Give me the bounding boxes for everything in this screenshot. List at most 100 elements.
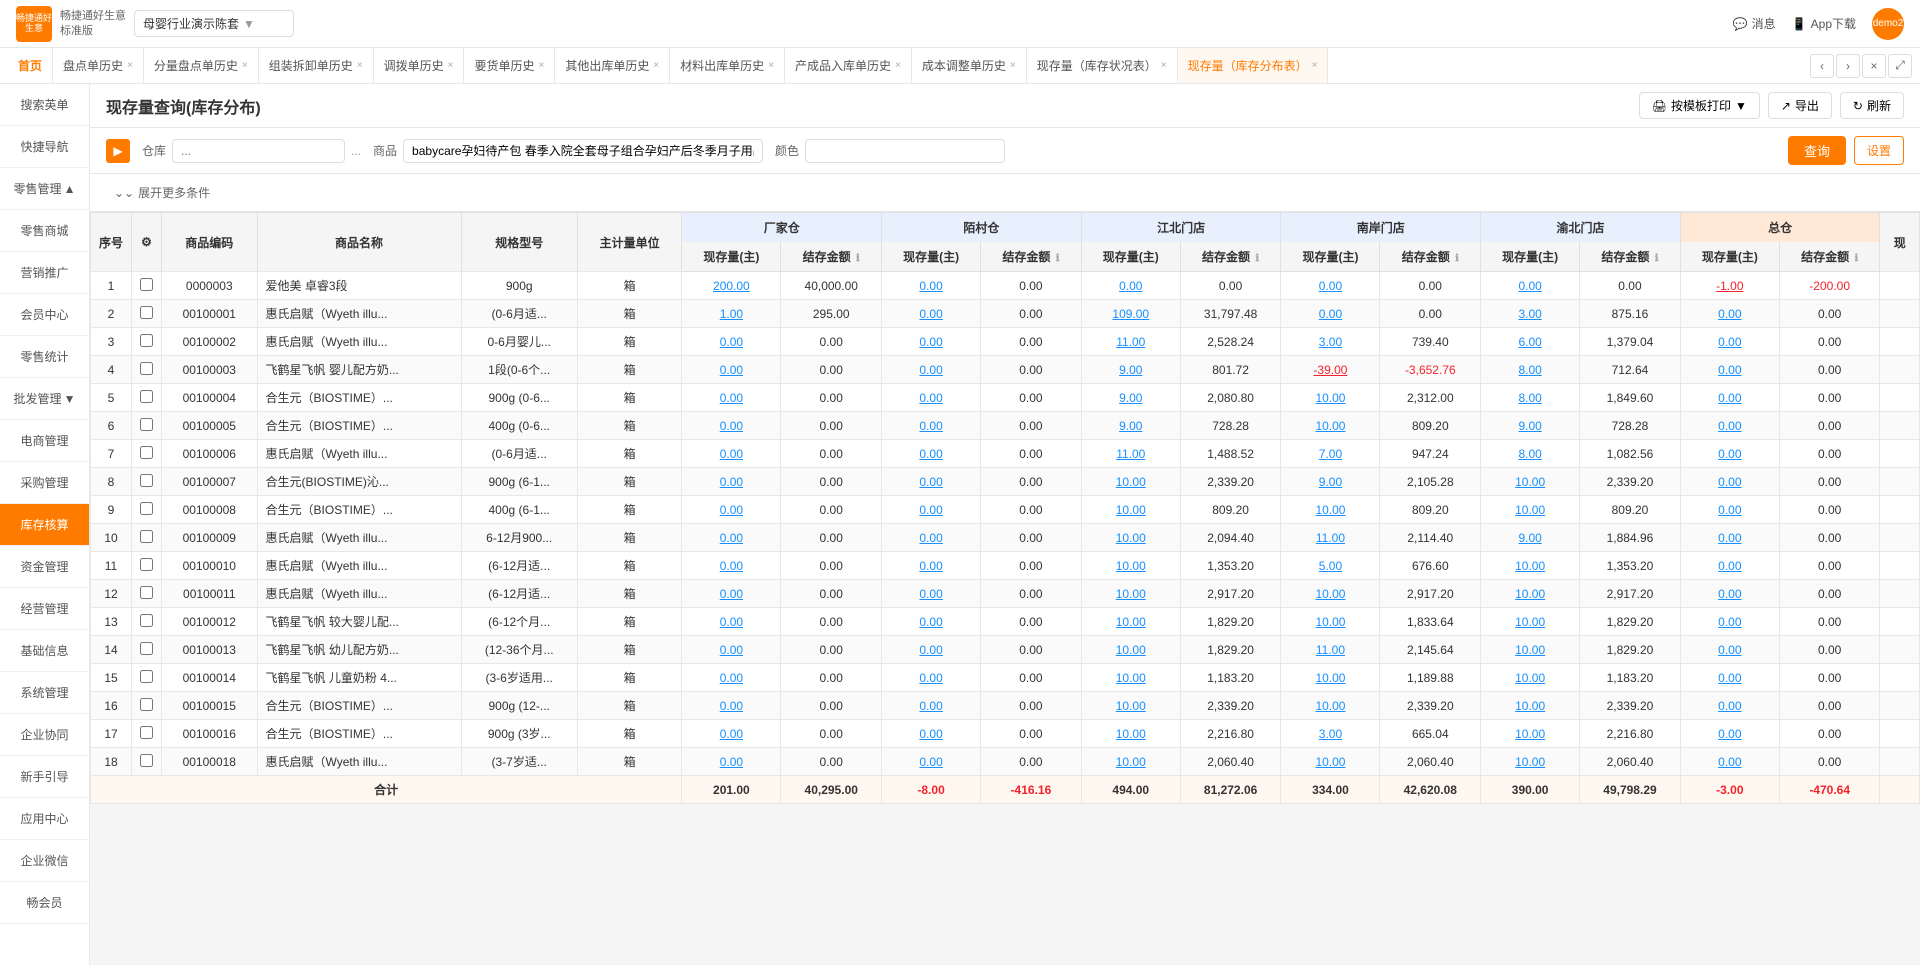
cell-jiangbei-qty[interactable]: 10.00 [1081, 580, 1180, 608]
nav-tab-9[interactable]: 成本调整单历史 × [912, 48, 1027, 84]
cell-checkbox[interactable] [132, 300, 162, 328]
message-button[interactable]: 💬 消息 [1733, 15, 1776, 32]
cell-yubei-qty[interactable]: 10.00 [1481, 720, 1580, 748]
cell-yubei-qty[interactable]: 10.00 [1481, 580, 1580, 608]
cell-factory-qty[interactable]: 0.00 [682, 356, 781, 384]
nav-tab-2[interactable]: 分量盘点单历史 × [144, 48, 259, 84]
cell-checkbox[interactable] [132, 580, 162, 608]
cell-mucun-qty[interactable]: 0.00 [882, 384, 981, 412]
color-input[interactable] [805, 139, 1005, 163]
cell-factory-qty[interactable]: 0.00 [682, 384, 781, 412]
close-icon[interactable]: × [1312, 60, 1318, 71]
nav-tab-3[interactable]: 组装拆卸单历史 × [259, 48, 374, 84]
avatar[interactable]: demo2 [1872, 8, 1904, 40]
nav-tab-6[interactable]: 其他出库单历史 × [555, 48, 670, 84]
cell-total-qty[interactable]: -1.00 [1680, 272, 1779, 300]
cell-jiangbei-qty[interactable]: 10.00 [1081, 524, 1180, 552]
cell-total-qty[interactable]: 0.00 [1680, 608, 1779, 636]
cell-jiangbei-qty[interactable]: 10.00 [1081, 636, 1180, 664]
cell-factory-qty[interactable]: 1.00 [682, 300, 781, 328]
cell-total-qty[interactable]: 0.00 [1680, 496, 1779, 524]
cell-total-qty[interactable]: 0.00 [1680, 300, 1779, 328]
cell-mucun-qty[interactable]: 0.00 [882, 580, 981, 608]
export-button[interactable]: ↗ 导出 [1768, 92, 1832, 119]
cell-mucun-qty[interactable]: 0.00 [882, 552, 981, 580]
cell-jiangbei-qty[interactable]: 9.00 [1081, 384, 1180, 412]
col-gear[interactable]: ⚙ [132, 213, 162, 272]
cell-total-qty[interactable]: 0.00 [1680, 524, 1779, 552]
cell-jiangbei-qty[interactable]: 10.00 [1081, 552, 1180, 580]
cell-factory-qty[interactable]: 200.00 [682, 272, 781, 300]
nav-close-all-button[interactable]: × [1862, 54, 1886, 78]
cell-jiangbei-qty[interactable]: 109.00 [1081, 300, 1180, 328]
cell-mucun-qty[interactable]: 0.00 [882, 524, 981, 552]
cell-jiangbei-qty[interactable]: 0.00 [1081, 272, 1180, 300]
sidebar-item-member2[interactable]: 畅会员 [0, 882, 89, 924]
cell-mucun-qty[interactable]: 0.00 [882, 272, 981, 300]
cell-jiangbei-qty[interactable]: 10.00 [1081, 720, 1180, 748]
cell-mucun-qty[interactable]: 0.00 [882, 440, 981, 468]
cell-nanan-qty[interactable]: 10.00 [1281, 412, 1380, 440]
cell-nanan-qty[interactable]: 10.00 [1281, 384, 1380, 412]
sidebar-item-business[interactable]: 经营管理 [0, 588, 89, 630]
cell-mucun-qty[interactable]: 0.00 [882, 720, 981, 748]
cell-yubei-qty[interactable]: 10.00 [1481, 608, 1580, 636]
query-button[interactable]: 查询 [1788, 136, 1846, 165]
cell-checkbox[interactable] [132, 664, 162, 692]
cell-mucun-qty[interactable]: 0.00 [882, 664, 981, 692]
cell-yubei-qty[interactable]: 10.00 [1481, 552, 1580, 580]
nav-tab-5[interactable]: 要货单历史 × [464, 48, 555, 84]
cell-nanan-qty[interactable]: 5.00 [1281, 552, 1380, 580]
sidebar-item-marketing[interactable]: 营销推广 [0, 252, 89, 294]
cell-factory-qty[interactable]: 0.00 [682, 496, 781, 524]
nav-next-button[interactable]: › [1836, 54, 1860, 78]
close-icon[interactable]: × [895, 60, 901, 71]
cell-factory-qty[interactable]: 0.00 [682, 664, 781, 692]
cell-total-qty[interactable]: 0.00 [1680, 328, 1779, 356]
cell-checkbox[interactable] [132, 748, 162, 776]
cell-nanan-qty[interactable]: 7.00 [1281, 440, 1380, 468]
cell-yubei-qty[interactable]: 3.00 [1481, 300, 1580, 328]
cell-total-qty[interactable]: 0.00 [1680, 664, 1779, 692]
close-icon[interactable]: × [357, 60, 363, 71]
cell-factory-qty[interactable]: 0.00 [682, 692, 781, 720]
sidebar-item-inventory[interactable]: 库存核算 [0, 504, 89, 546]
cell-nanan-qty[interactable]: 10.00 [1281, 608, 1380, 636]
cell-mucun-qty[interactable]: 0.00 [882, 412, 981, 440]
cell-yubei-qty[interactable]: 9.00 [1481, 524, 1580, 552]
close-icon[interactable]: × [1161, 60, 1167, 71]
cell-total-qty[interactable]: 0.00 [1680, 356, 1779, 384]
sidebar-item-retail-shop[interactable]: 零售商城 [0, 210, 89, 252]
sidebar-item-enterprise[interactable]: 企业协同 [0, 714, 89, 756]
close-icon[interactable]: × [1010, 60, 1016, 71]
cell-factory-qty[interactable]: 0.00 [682, 720, 781, 748]
cell-jiangbei-qty[interactable]: 10.00 [1081, 664, 1180, 692]
sidebar-item-appstore[interactable]: 应用中心 [0, 798, 89, 840]
cell-nanan-qty[interactable]: 9.00 [1281, 468, 1380, 496]
cell-total-qty[interactable]: 0.00 [1680, 552, 1779, 580]
sidebar-item-ecommerce[interactable]: 电商管理 [0, 420, 89, 462]
cell-nanan-qty[interactable]: -39.00 [1281, 356, 1380, 384]
cell-total-qty[interactable]: 0.00 [1680, 468, 1779, 496]
setting-button[interactable]: 设置 [1854, 136, 1904, 165]
cell-jiangbei-qty[interactable]: 11.00 [1081, 328, 1180, 356]
cell-total-qty[interactable]: 0.00 [1680, 412, 1779, 440]
cell-jiangbei-qty[interactable]: 10.00 [1081, 608, 1180, 636]
company-selector[interactable]: 母婴行业演示陈套 ▼ [134, 10, 294, 37]
cell-total-qty[interactable]: 0.00 [1680, 440, 1779, 468]
cell-mucun-qty[interactable]: 0.00 [882, 328, 981, 356]
cell-checkbox[interactable] [132, 496, 162, 524]
cell-checkbox[interactable] [132, 692, 162, 720]
cell-nanan-qty[interactable]: 10.00 [1281, 692, 1380, 720]
sidebar-item-purchase[interactable]: 采购管理 [0, 462, 89, 504]
filter-toggle-button[interactable]: ▶ [106, 139, 130, 163]
nav-tab-1[interactable]: 盘点单历史 × [53, 48, 144, 84]
close-icon[interactable]: × [242, 60, 248, 71]
cell-checkbox[interactable] [132, 524, 162, 552]
cell-checkbox[interactable] [132, 468, 162, 496]
close-icon[interactable]: × [448, 60, 454, 71]
cell-jiangbei-qty[interactable]: 11.00 [1081, 440, 1180, 468]
cell-total-qty[interactable]: 0.00 [1680, 580, 1779, 608]
sidebar-item-retail-manage[interactable]: 零售管理 ▲ [0, 168, 89, 210]
cell-nanan-qty[interactable]: 11.00 [1281, 636, 1380, 664]
